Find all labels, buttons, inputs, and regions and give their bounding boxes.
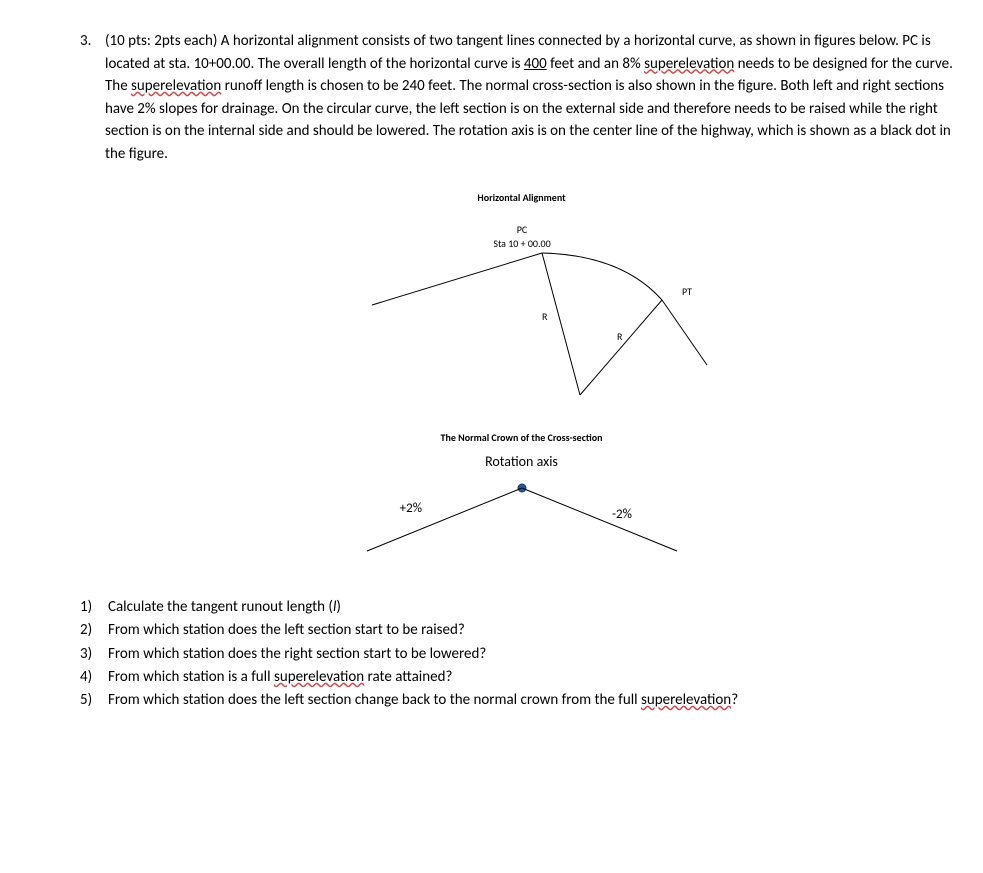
tangent-line-right [662,300,707,365]
cross-section-diagram: +2% -2% [312,476,732,566]
left-slope-label: +2% [399,501,421,516]
alignment-diagram: PC Sta 10 + 00.00 PT R R [312,215,732,405]
pc-sta-label: Sta 10 + 00.00 [493,237,550,250]
superelevation-word: superelevation [644,55,734,73]
r-label-2: R [617,330,623,343]
rotation-axis-label: Rotation axis [80,451,963,472]
curve-arc [542,253,662,300]
tangent-line-left [372,253,542,305]
sub-num: 5) [80,689,108,712]
sub-num: 2) [80,619,108,642]
problem-text: (10 pts: 2pts each) A horizontal alignme… [105,30,963,165]
sub-q2: 2) From which station does the left sect… [80,619,963,642]
radius-line-2 [580,300,662,395]
superelevation-word: superelevation [131,77,221,95]
sub-text: From which station does the left section… [108,619,963,642]
sub-num: 3) [80,643,108,666]
pc-label: PC [516,223,527,236]
sub-text: From which station is a full superelevat… [108,666,963,689]
problem-number: 3. [80,30,105,165]
sub-q3: 3) From which station does the right sec… [80,643,963,666]
figure2-title: The Normal Crown of the Cross-section [80,430,963,445]
pts-label: (10 pts: 2pts each) [105,32,217,50]
curve-length: 400 [524,55,547,73]
text-p2: feet and an 8% [547,55,644,73]
sub-text: From which station does the left section… [108,689,963,712]
sub-text: From which station does the right sectio… [108,643,963,666]
radius-line-1 [542,253,580,395]
problem-block: 3. (10 pts: 2pts each) A horizontal alig… [80,30,963,165]
sub-num: 4) [80,666,108,689]
r-label-1: R [542,310,548,323]
sub-questions: 1) Calculate the tangent runout length (… [80,596,963,712]
sub-q1: 1) Calculate the tangent runout length (… [80,596,963,619]
sub-num: 1) [80,596,108,619]
sub-q4: 4) From which station is a full superele… [80,666,963,689]
figure-horizontal-alignment: Horizontal Alignment PC Sta 10 + 00.00 P… [80,190,963,566]
sub-text: Calculate the tangent runout length (l) [108,596,963,619]
right-slope-label: -2% [612,507,632,522]
left-slope-line [367,488,522,551]
pt-label: PT [682,285,692,298]
right-slope-line [522,488,677,551]
sub-q5: 5) From which station does the left sect… [80,689,963,712]
figure1-title: Horizontal Alignment [80,190,963,205]
text-p4: runoff length is chosen to be 240 feet. … [105,77,951,163]
